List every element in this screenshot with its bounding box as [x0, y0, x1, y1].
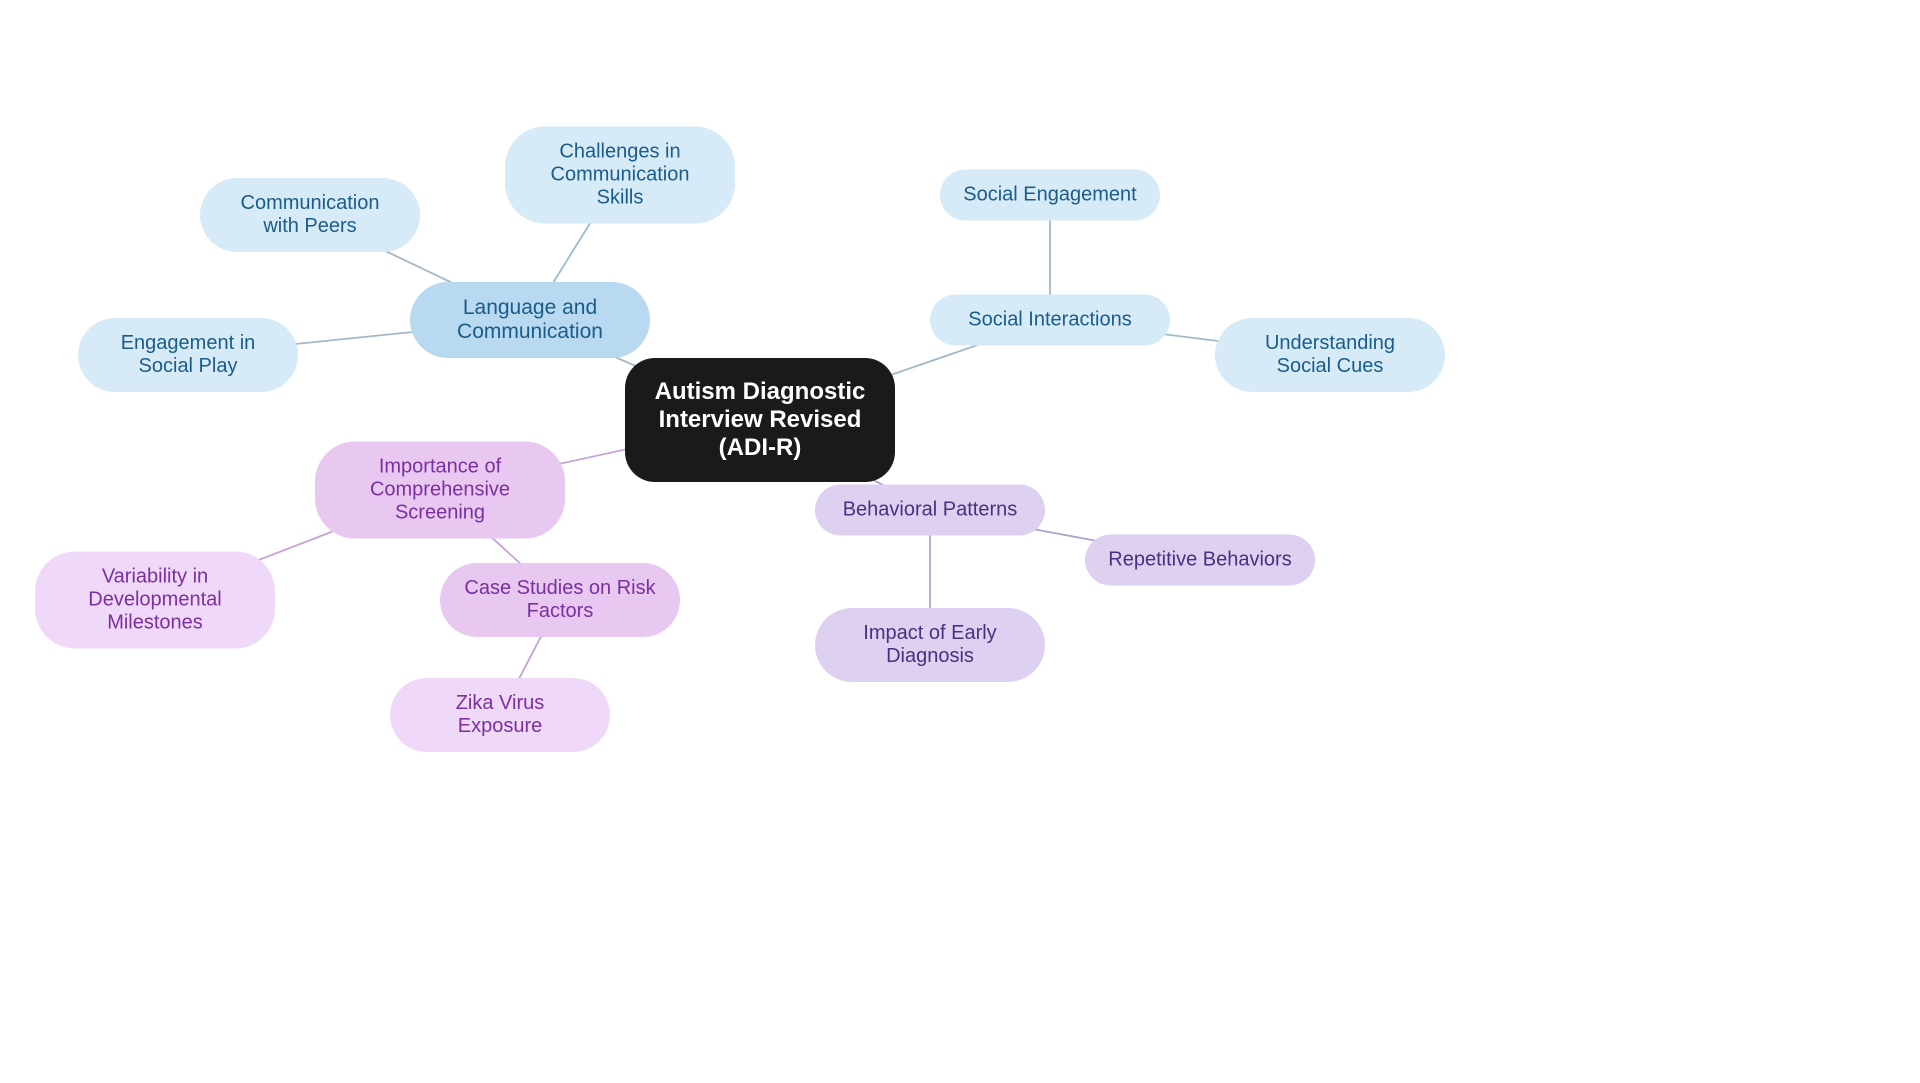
node-challenges-comm[interactable]: Challenges in Communication Skills — [505, 127, 735, 224]
node-comp-screening[interactable]: Importance of Comprehensive Screening — [315, 442, 565, 539]
mind-map-container: Autism Diagnostic Interview Revised (ADI… — [0, 0, 1920, 1083]
node-understand-social[interactable]: Understanding Social Cues — [1215, 318, 1445, 392]
connections-svg — [0, 0, 1920, 1083]
center-node[interactable]: Autism Diagnostic Interview Revised (ADI… — [625, 358, 895, 482]
node-lang-comm[interactable]: Language and Communication — [410, 282, 650, 358]
node-zika[interactable]: Zika Virus Exposure — [390, 678, 610, 752]
node-social-play[interactable]: Engagement in Social Play — [78, 318, 298, 392]
node-comm-peers[interactable]: Communication with Peers — [200, 178, 420, 252]
node-social-inter[interactable]: Social Interactions — [930, 295, 1170, 346]
node-repetitive[interactable]: Repetitive Behaviors — [1085, 535, 1315, 586]
node-var-dev[interactable]: Variability in Developmental Milestones — [35, 552, 275, 649]
node-early-diag[interactable]: Impact of Early Diagnosis — [815, 608, 1045, 682]
node-case-studies[interactable]: Case Studies on Risk Factors — [440, 563, 680, 637]
node-social-engage[interactable]: Social Engagement — [940, 170, 1160, 221]
node-behavioral[interactable]: Behavioral Patterns — [815, 485, 1045, 536]
